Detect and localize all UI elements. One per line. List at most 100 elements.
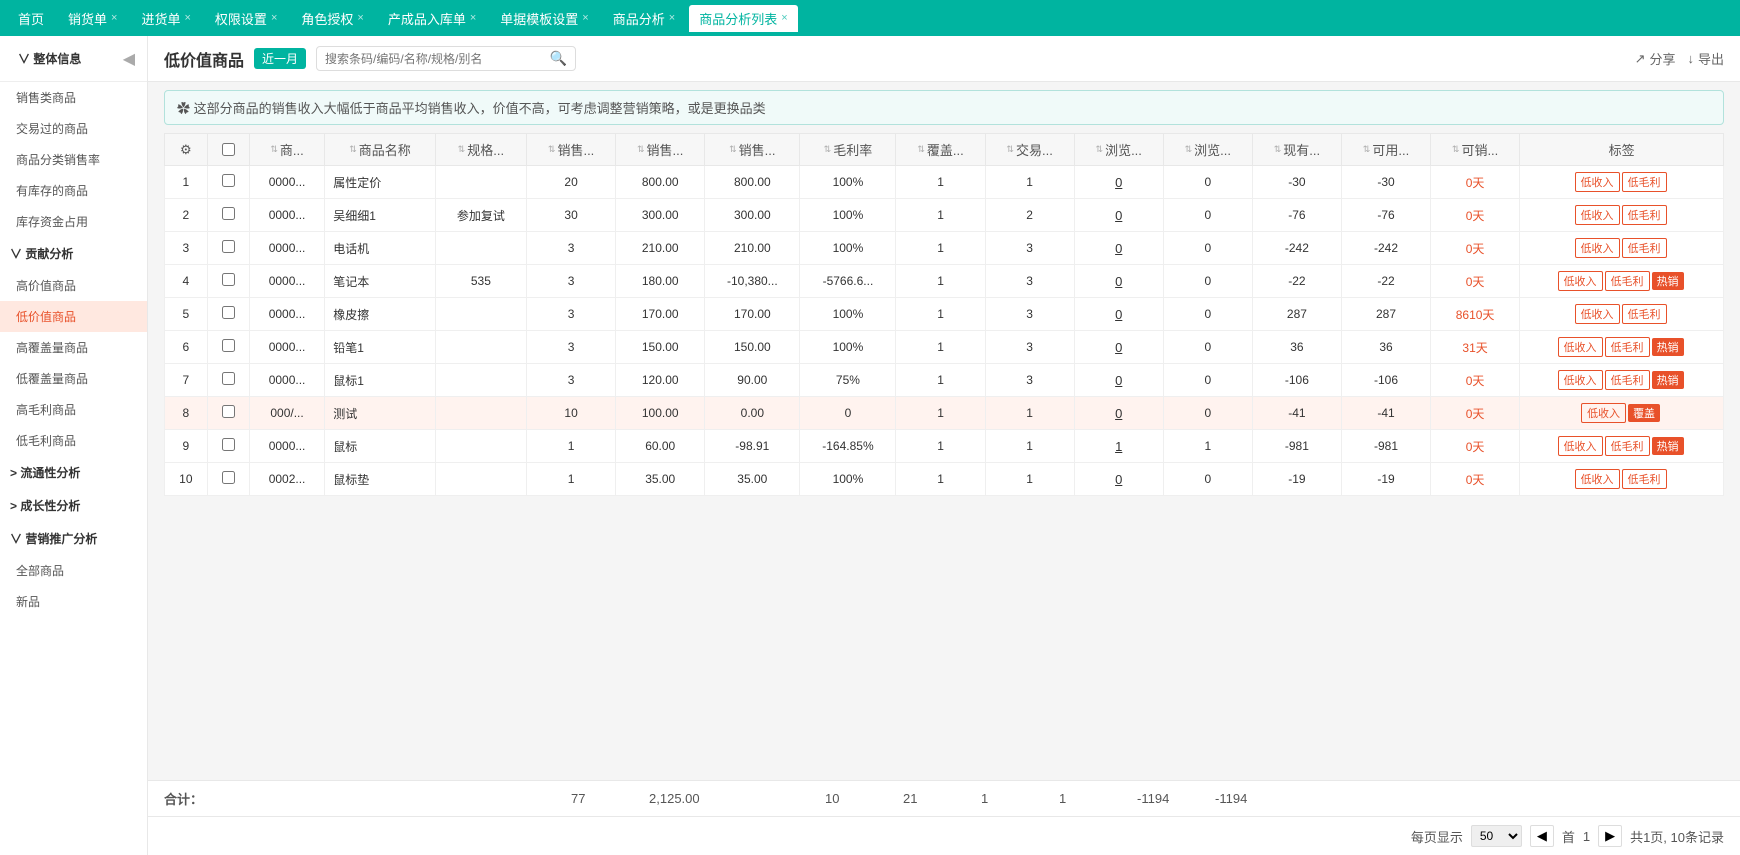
- nav-template-settings[interactable]: 单据模板设置 ×: [490, 5, 598, 32]
- export-button[interactable]: ↓ 导出: [1687, 49, 1724, 68]
- select-all-checkbox[interactable]: [222, 143, 235, 156]
- sidebar-item-low-coverage[interactable]: 低覆盖量商品: [0, 363, 147, 394]
- col-code[interactable]: ⇅ 商...: [249, 134, 324, 166]
- sidebar-item-high-value[interactable]: 高价值商品: [0, 270, 147, 301]
- cell-browse1[interactable]: 0: [1074, 463, 1163, 496]
- cell-browse1[interactable]: 0: [1074, 397, 1163, 430]
- cell-num: 6: [165, 331, 208, 364]
- col-sellable[interactable]: ⇅ 可销...: [1431, 134, 1520, 166]
- sidebar-item-high-margin[interactable]: 高毛利商品: [0, 394, 147, 425]
- row-checkbox[interactable]: [222, 273, 235, 286]
- sidebar-group-growth[interactable]: > 成长性分析: [0, 489, 147, 522]
- row-checkbox[interactable]: [222, 174, 235, 187]
- cell-browse1[interactable]: 0: [1074, 166, 1163, 199]
- row-checkbox[interactable]: [222, 372, 235, 385]
- row-checkbox[interactable]: [222, 240, 235, 253]
- share-button[interactable]: ↗ 分享: [1635, 49, 1676, 68]
- sidebar-item-new-products[interactable]: 新品: [0, 586, 147, 617]
- sidebar-item-stocked-products[interactable]: 有库存的商品: [0, 175, 147, 206]
- row-checkbox[interactable]: [222, 339, 235, 352]
- col-trade[interactable]: ⇅ 交易...: [985, 134, 1074, 166]
- col-stock[interactable]: ⇅ 现有...: [1252, 134, 1341, 166]
- row-checkbox[interactable]: [222, 405, 235, 418]
- cell-checkbox[interactable]: [207, 199, 249, 232]
- cell-qty: 3: [527, 298, 616, 331]
- close-icon[interactable]: ×: [271, 12, 277, 24]
- cell-checkbox[interactable]: [207, 265, 249, 298]
- col-sale-amount[interactable]: ⇅ 销售...: [616, 134, 705, 166]
- total-qty: 77: [571, 791, 641, 806]
- search-input[interactable]: [325, 52, 546, 66]
- nav-purchase-order[interactable]: 进货单 ×: [131, 5, 200, 32]
- sidebar-group-contribution[interactable]: ∨ 贡献分析: [0, 237, 147, 270]
- cell-browse1[interactable]: 0: [1074, 265, 1163, 298]
- col-coverage[interactable]: ⇅ 覆盖...: [896, 134, 985, 166]
- col-name[interactable]: ⇅ 商品名称: [325, 134, 435, 166]
- nav-role-auth[interactable]: 角色授权 ×: [291, 5, 373, 32]
- cell-checkbox[interactable]: [207, 430, 249, 463]
- cell-browse1[interactable]: 0: [1074, 298, 1163, 331]
- row-checkbox[interactable]: [222, 207, 235, 220]
- col-browse2[interactable]: ⇅ 浏览...: [1163, 134, 1252, 166]
- sidebar-item-traded-products[interactable]: 交易过的商品: [0, 113, 147, 144]
- total-trade: 21: [903, 791, 973, 806]
- sidebar-item-inventory-capital[interactable]: 库存资金占用: [0, 206, 147, 237]
- nav-product-analysis-list[interactable]: 商品分析列表 ×: [689, 5, 797, 32]
- nav-permission-settings[interactable]: 权限设置 ×: [205, 5, 287, 32]
- nav-home[interactable]: 首页: [8, 5, 54, 32]
- cell-checkbox[interactable]: [207, 232, 249, 265]
- table-container[interactable]: ⚙ ⇅ 商... ⇅ 商品名称 ⇅ 规格... ⇅ 销售... ⇅ 销售... …: [164, 133, 1724, 780]
- sidebar-item-category-sales-rate[interactable]: 商品分类销售率: [0, 144, 147, 175]
- close-icon[interactable]: ×: [184, 12, 190, 24]
- cell-checkbox[interactable]: [207, 364, 249, 397]
- sidebar-item-low-margin[interactable]: 低毛利商品: [0, 425, 147, 456]
- row-checkbox[interactable]: [222, 471, 235, 484]
- first-page-button[interactable]: ◀: [1530, 825, 1554, 847]
- sidebar-group-marketing[interactable]: ∨ 营销推广分析: [0, 522, 147, 555]
- nav-product-inbound[interactable]: 产成品入库单 ×: [378, 5, 486, 32]
- close-icon[interactable]: ×: [357, 12, 363, 24]
- cell-browse1[interactable]: 0: [1074, 331, 1163, 364]
- nav-product-analysis[interactable]: 商品分析 ×: [603, 5, 685, 32]
- next-page-button[interactable]: ▶: [1598, 825, 1622, 847]
- col-settings[interactable]: ⚙: [165, 134, 208, 166]
- col-avail[interactable]: ⇅ 可用...: [1341, 134, 1430, 166]
- cell-checkbox[interactable]: [207, 463, 249, 496]
- cell-tags: 低收入覆盖: [1520, 397, 1724, 430]
- sidebar-group-circulation[interactable]: > 流通性分析: [0, 456, 147, 489]
- per-page-select[interactable]: 50 100: [1471, 825, 1522, 847]
- cell-checkbox[interactable]: [207, 298, 249, 331]
- col-margin[interactable]: ⇅ 毛利率: [800, 134, 896, 166]
- col-browse1[interactable]: ⇅ 浏览...: [1074, 134, 1163, 166]
- cell-checkbox[interactable]: [207, 166, 249, 199]
- sidebar-item-high-coverage[interactable]: 高覆盖量商品: [0, 332, 147, 363]
- row-checkbox[interactable]: [222, 438, 235, 451]
- sidebar-item-sales-products[interactable]: 销售类商品: [0, 82, 147, 113]
- sidebar-collapse-btn[interactable]: ◀: [119, 49, 139, 69]
- cell-checkbox[interactable]: [207, 331, 249, 364]
- col-sale-profit[interactable]: ⇅ 销售...: [705, 134, 800, 166]
- cell-browse1[interactable]: 0: [1074, 199, 1163, 232]
- cell-browse1[interactable]: 0: [1074, 364, 1163, 397]
- close-icon[interactable]: ×: [781, 12, 787, 24]
- close-icon[interactable]: ×: [470, 12, 476, 24]
- col-spec[interactable]: ⇅ 规格...: [435, 134, 526, 166]
- search-icon[interactable]: 🔍: [550, 50, 567, 67]
- sidebar-item-low-value[interactable]: 低价值商品: [0, 301, 147, 332]
- cell-sale1: 210.00: [616, 232, 705, 265]
- table-row: 70000...鼠标13120.0090.0075%1300-106-1060天…: [165, 364, 1724, 397]
- col-sale-qty[interactable]: ⇅ 销售...: [527, 134, 616, 166]
- cell-browse1[interactable]: 0: [1074, 232, 1163, 265]
- sidebar-group-overall[interactable]: ∨ 整体信息: [8, 42, 91, 75]
- sidebar-item-all-products[interactable]: 全部商品: [0, 555, 147, 586]
- row-checkbox[interactable]: [222, 306, 235, 319]
- cell-browse2: 0: [1163, 397, 1252, 430]
- cell-checkbox[interactable]: [207, 397, 249, 430]
- period-badge[interactable]: 近一月: [254, 48, 306, 69]
- nav-sales-order[interactable]: 销货单 ×: [58, 5, 127, 32]
- close-icon[interactable]: ×: [111, 12, 117, 24]
- close-icon[interactable]: ×: [669, 12, 675, 24]
- cell-browse1[interactable]: 1: [1074, 430, 1163, 463]
- close-icon[interactable]: ×: [582, 12, 588, 24]
- col-checkbox[interactable]: [207, 134, 249, 166]
